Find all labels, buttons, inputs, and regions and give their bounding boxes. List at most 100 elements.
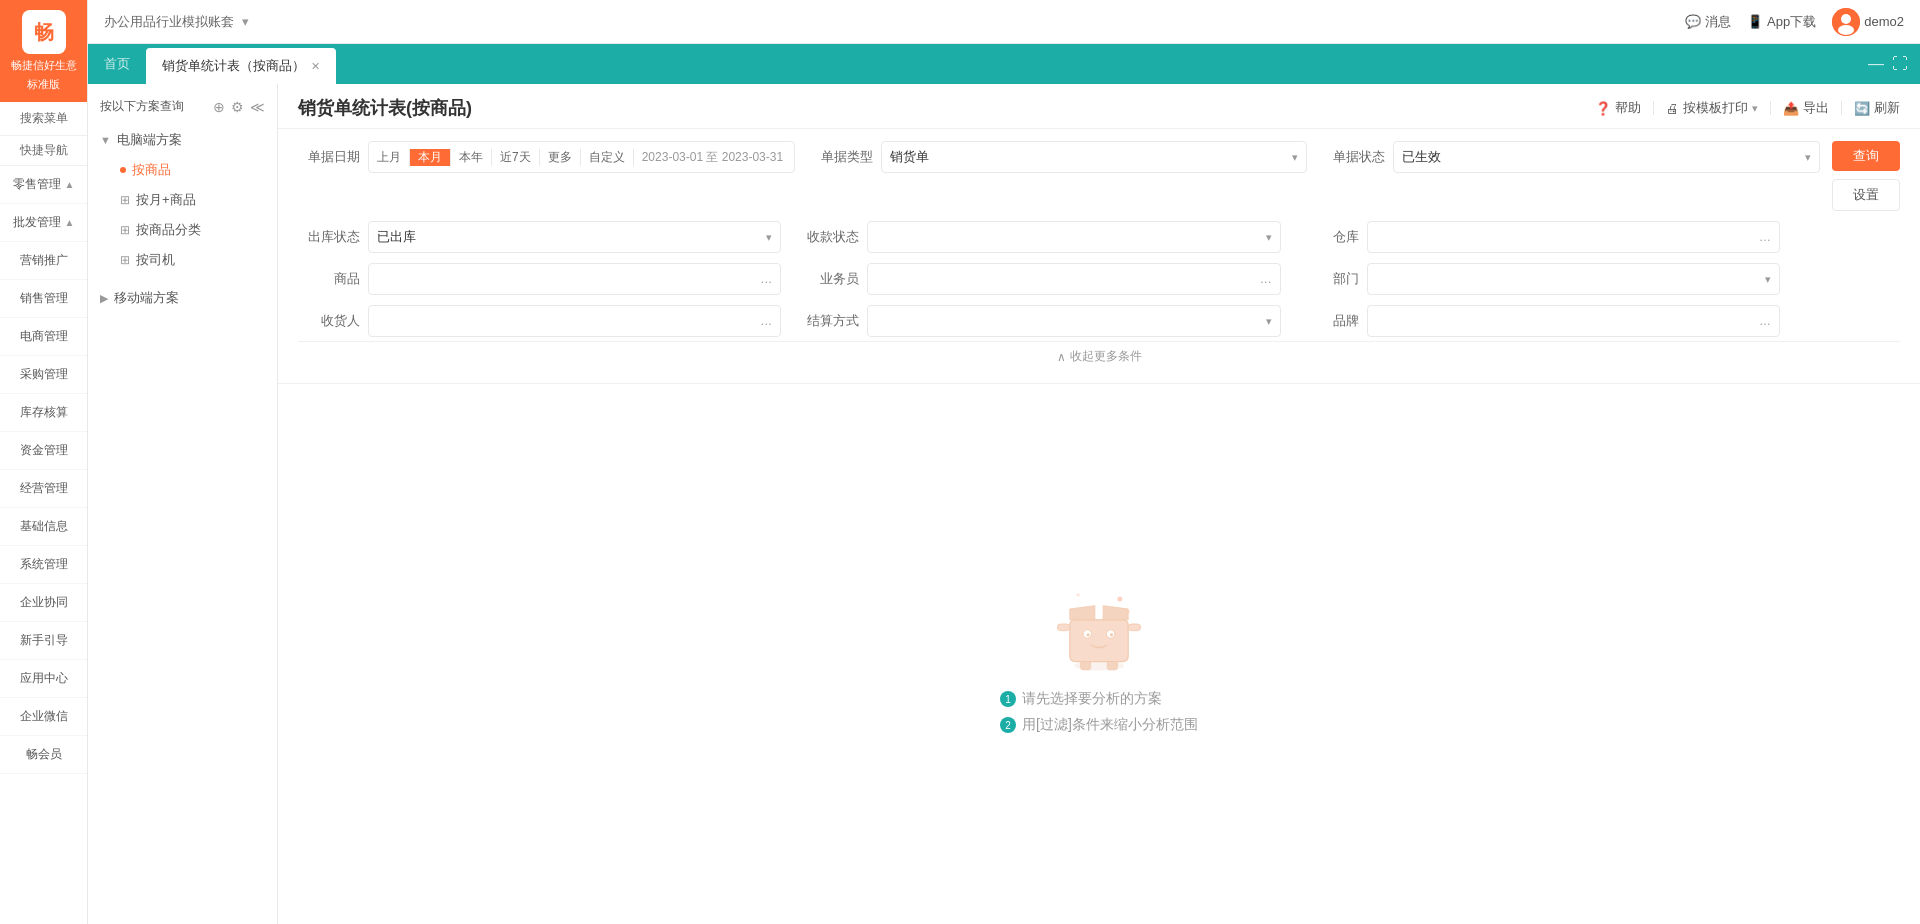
dropdown-arrow-icon[interactable]: ▾ xyxy=(242,14,249,29)
brand-more-icon[interactable]: … xyxy=(1759,314,1771,328)
svg-point-14 xyxy=(1077,593,1080,596)
maximize-icon[interactable]: ⛶ xyxy=(1892,55,1908,73)
sidebar-item-retail[interactable]: 零售管理 ▲ xyxy=(0,166,87,204)
filter-row-1: 单据日期 上月 本月 本年 近7天 更多 自定义 2023-03-01 至 20… xyxy=(298,141,1900,211)
sidebar-item-apps[interactable]: 应用中心 xyxy=(0,660,87,698)
salesman-value[interactable]: … xyxy=(867,263,1280,295)
avatar xyxy=(1832,8,1860,36)
sidebar-item-marketing[interactable]: 营销推广 xyxy=(0,242,87,280)
date-tab-this-month[interactable]: 本月 xyxy=(410,149,451,166)
query-btn-group: 查询 设置 xyxy=(1832,141,1900,211)
app-download-btn[interactable]: 📱 App下载 xyxy=(1747,13,1816,31)
help-btn[interactable]: ❓ 帮助 xyxy=(1595,99,1641,117)
pc-scheme-section: ▼ 电脑端方案 按商品 ⊞ 按月+商品 ⊞ 按商品分类 xyxy=(88,121,277,279)
date-tab-custom[interactable]: 自定义 xyxy=(581,149,634,166)
user-menu[interactable]: demo2 xyxy=(1832,8,1904,36)
receiver-label: 收货人 xyxy=(298,312,368,330)
sidebar-item-sales[interactable]: 销售管理 xyxy=(0,280,87,318)
sidebar-item-system[interactable]: 系统管理 xyxy=(0,546,87,584)
outstatus-group: 出库状态 已出库 ▾ xyxy=(298,221,781,253)
query-button[interactable]: 查询 xyxy=(1832,141,1900,171)
warehouse-group: 仓库 … xyxy=(1281,221,1780,253)
warehouse-value[interactable]: … xyxy=(1367,221,1780,253)
recvstatus-value[interactable]: ▾ xyxy=(867,221,1280,253)
sidebar-item-member[interactable]: 畅会员 xyxy=(0,736,87,774)
sidebar-item-wholesale[interactable]: 批发管理 ▲ xyxy=(0,204,87,242)
tab-sales-stat[interactable]: 销货单统计表（按商品） ✕ xyxy=(146,48,336,84)
date-tab-7days[interactable]: 近7天 xyxy=(492,149,540,166)
date-tab-last-month[interactable]: 上月 xyxy=(369,149,410,166)
dept-value[interactable]: ▾ xyxy=(1367,263,1780,295)
receiver-more-icon[interactable]: … xyxy=(760,314,772,328)
sidebar-item-guide[interactable]: 新手引导 xyxy=(0,622,87,660)
sidebar-item-inventory[interactable]: 库存核算 xyxy=(0,394,87,432)
receiver-value[interactable]: … xyxy=(368,305,781,337)
export-btn[interactable]: 📤 导出 xyxy=(1783,99,1829,117)
sidebar-item-base[interactable]: 基础信息 xyxy=(0,508,87,546)
empty-text: 1 请先选择要分析的方案 2 用[过滤]条件来缩小分析范围 xyxy=(1000,690,1198,734)
pc-scheme-header[interactable]: ▼ 电脑端方案 xyxy=(88,125,277,155)
sidebar-item-ecommerce[interactable]: 电商管理 xyxy=(0,318,87,356)
sidebar-label-management: 经营管理 xyxy=(20,480,68,497)
logo[interactable]: 畅 畅捷信好生意 标准版 xyxy=(0,0,87,102)
brand-group: 品牌 … xyxy=(1281,305,1780,337)
tab-close-icon[interactable]: ✕ xyxy=(311,60,320,73)
left-panel: 按以下方案查询 ⊕ ⚙ ≪ ▼ 电脑端方案 按商品 xyxy=(88,84,278,924)
scheme-by-goods[interactable]: 按商品 xyxy=(112,155,277,185)
outstatus-value[interactable]: 已出库 ▾ xyxy=(368,221,781,253)
filter-row-4: 收货人 … 结算方式 ▾ 品牌 xyxy=(298,305,1900,337)
print-dropdown-icon[interactable]: ▾ xyxy=(1752,102,1758,115)
tab-home[interactable]: 首页 xyxy=(88,44,146,84)
settings-button[interactable]: 设置 xyxy=(1832,179,1900,211)
sidebar-search[interactable]: 搜索菜单 xyxy=(0,102,87,136)
scheme-by-driver[interactable]: ⊞ 按司机 xyxy=(112,245,277,275)
sidebar-item-finance[interactable]: 资金管理 xyxy=(0,432,87,470)
filter-row-2: 出库状态 已出库 ▾ 收款状态 ▾ 仓库 xyxy=(298,221,1900,253)
brand-value[interactable]: … xyxy=(1367,305,1780,337)
payment-value[interactable]: ▾ xyxy=(867,305,1280,337)
date-tab-more[interactable]: 更多 xyxy=(540,149,581,166)
minimize-icon[interactable]: — xyxy=(1868,55,1884,73)
date-tab-this-year[interactable]: 本年 xyxy=(451,149,492,166)
add-scheme-btn[interactable]: ⊕ xyxy=(213,99,225,115)
edit-scheme-btn[interactable]: ⚙ xyxy=(231,99,244,115)
goods-more-icon[interactable]: … xyxy=(760,272,772,286)
salesman-more-icon[interactable]: … xyxy=(1260,272,1272,286)
docstatus-value[interactable]: 已生效 ▾ xyxy=(1393,141,1820,173)
print-btn[interactable]: 🖨 按模板打印 ▾ xyxy=(1666,99,1758,117)
date-label: 单据日期 xyxy=(298,148,368,166)
collapse-bar[interactable]: ∧ 收起更多条件 xyxy=(298,341,1900,371)
scheme-by-category[interactable]: ⊞ 按商品分类 xyxy=(112,215,277,245)
brand-label: 品牌 xyxy=(1297,312,1367,330)
warehouse-more-icon[interactable]: … xyxy=(1759,230,1771,244)
export-label: 导出 xyxy=(1803,99,1829,117)
divider-3 xyxy=(1841,101,1842,115)
message-btn[interactable]: 💬 消息 xyxy=(1685,13,1731,31)
warehouse-label: 仓库 xyxy=(1297,228,1367,246)
sidebar-item-management[interactable]: 经营管理 xyxy=(0,470,87,508)
left-panel-actions: ⊕ ⚙ ≪ xyxy=(213,99,265,115)
main-area: 办公用品行业模拟账套 ▾ 💬 消息 📱 App下载 demo2 首页 xyxy=(88,0,1920,924)
scheme-by-month-goods[interactable]: ⊞ 按月+商品 xyxy=(112,185,277,215)
goods-value[interactable]: … xyxy=(368,263,781,295)
page-actions: ❓ 帮助 🖨 按模板打印 ▾ 📤 导出 xyxy=(1595,99,1900,117)
mobile-scheme-section: ▶ 移动端方案 xyxy=(88,279,277,317)
collapse-label: 收起更多条件 xyxy=(1070,348,1142,365)
doctype-value[interactable]: 销货单 ▾ xyxy=(881,141,1308,173)
step-num-1: 1 xyxy=(1000,691,1016,707)
sidebar-item-purchase[interactable]: 采购管理 xyxy=(0,356,87,394)
collapse-panel-btn[interactable]: ≪ xyxy=(250,99,265,115)
sidebar-nav[interactable]: 快捷导航 xyxy=(0,136,87,166)
payment-label: 结算方式 xyxy=(797,312,867,330)
category-icon: ⊞ xyxy=(120,223,130,237)
refresh-btn[interactable]: 🔄 刷新 xyxy=(1854,99,1900,117)
receiver-group: 收货人 … xyxy=(298,305,781,337)
mobile-scheme-header[interactable]: ▶ 移动端方案 xyxy=(88,283,277,313)
sidebar-item-collab[interactable]: 企业协同 xyxy=(0,584,87,622)
sidebar-item-wechat[interactable]: 企业微信 xyxy=(0,698,87,736)
filter-row-3: 商品 … 业务员 … 部门 xyxy=(298,263,1900,295)
doctype-label: 单据类型 xyxy=(811,148,881,166)
collapse-up-icon: ∧ xyxy=(1057,350,1066,364)
outstatus-label: 出库状态 xyxy=(298,228,368,246)
topbar-right: 💬 消息 📱 App下载 demo2 xyxy=(1685,8,1904,36)
